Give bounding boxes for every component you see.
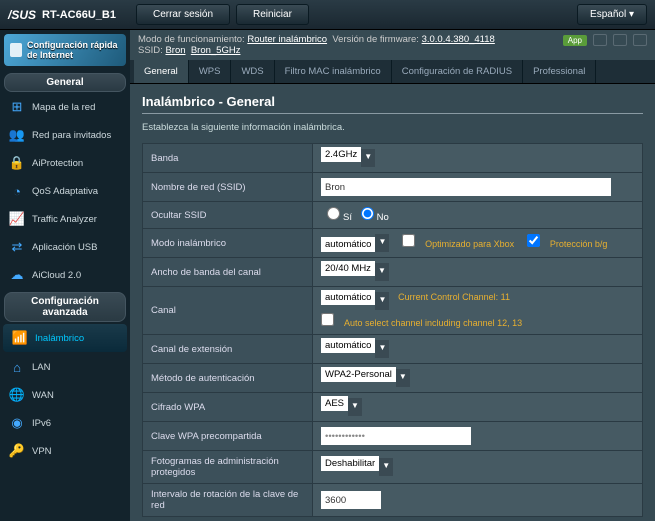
brand-logo: /SUS: [8, 8, 36, 22]
tab-bar: General WPS WDS Filtro MAC inalámbrico C…: [130, 60, 655, 84]
sidebar-item-vpn[interactable]: 🔑VPN: [0, 437, 130, 465]
hide-ssid-yes[interactable]: [327, 207, 340, 220]
quick-setup-icon: [10, 43, 22, 57]
sidebar: Configuración rápida de Internet General…: [0, 30, 130, 521]
sidebar-item-network-map[interactable]: ⊞Mapa de la red: [0, 93, 130, 121]
topbar: /SUS RT-AC66U_B1 Cerrar sesión Reiniciar…: [0, 0, 655, 30]
ipv6-icon: ◉: [8, 415, 26, 431]
wan-icon: 🌐: [8, 387, 26, 403]
sidebar-item-wan[interactable]: 🌐WAN: [0, 381, 130, 409]
tab-macfilter[interactable]: Filtro MAC inalámbrico: [275, 60, 392, 83]
status-icon-1[interactable]: [593, 34, 607, 46]
traffic-icon: 📈: [8, 211, 26, 227]
tab-radius[interactable]: Configuración de RADIUS: [392, 60, 523, 83]
dropdown-icon[interactable]: ▼: [379, 458, 393, 476]
ssid1-link[interactable]: Bron: [165, 45, 185, 56]
vpn-icon: 🔑: [8, 443, 26, 459]
sidebar-item-aicloud[interactable]: ☁AiCloud 2.0: [0, 261, 130, 289]
reboot-button[interactable]: Reiniciar: [236, 4, 309, 25]
sidebar-item-guest[interactable]: 👥Red para invitados: [0, 121, 130, 149]
tab-general[interactable]: General: [134, 60, 189, 83]
model-name: RT-AC66U_B1: [42, 9, 116, 21]
lan-icon: ⌂: [8, 359, 26, 375]
sidebar-item-wireless[interactable]: 📶Inalámbrico: [3, 324, 127, 352]
sidebar-item-aiprotection[interactable]: 🔒AiProtection: [0, 149, 130, 177]
guest-icon: 👥: [8, 127, 26, 143]
main-panel: App Modo de funcionamiento: Router inalá…: [130, 30, 655, 521]
sidebar-item-traffic[interactable]: 📈Traffic Analyzer: [0, 205, 130, 233]
sidebar-item-usb[interactable]: ⇄Aplicación USB: [0, 233, 130, 261]
section-advanced: Configuración avanzada: [4, 292, 126, 322]
ssid2-link[interactable]: Bron_5GHz: [191, 45, 241, 56]
section-general: General: [4, 73, 126, 92]
status-icon-2[interactable]: [613, 34, 627, 46]
network-icon: ⊞: [8, 99, 26, 115]
dropdown-icon[interactable]: ▼: [375, 234, 389, 252]
info-bar: App Modo de funcionamiento: Router inalá…: [130, 30, 655, 60]
rotation-input[interactable]: [321, 491, 381, 509]
cloud-icon: ☁: [8, 267, 26, 283]
tab-professional[interactable]: Professional: [523, 60, 596, 83]
mode-link[interactable]: Router inalámbrico: [247, 34, 327, 45]
channel-hint: Current Control Channel: 11: [398, 292, 510, 302]
pmf-select[interactable]: Deshabilitar: [321, 456, 379, 471]
sidebar-item-qos[interactable]: ◔QoS Adaptativa: [0, 177, 130, 205]
auth-select[interactable]: WPA2-Personal: [321, 367, 396, 382]
tab-wps[interactable]: WPS: [189, 60, 232, 83]
band-select[interactable]: 2.4GHz: [321, 147, 361, 162]
page-subtitle: Establezca la siguiente información inal…: [142, 122, 643, 133]
logout-button[interactable]: Cerrar sesión: [136, 4, 230, 25]
firmware-link[interactable]: 3.0.0.4.380_4118: [422, 34, 495, 45]
app-badge[interactable]: App: [563, 35, 587, 46]
dropdown-icon[interactable]: ▼: [375, 340, 389, 358]
psk-input[interactable]: [321, 427, 471, 445]
tab-wds[interactable]: WDS: [231, 60, 274, 83]
content-area: Inalámbrico - General Establezca la sigu…: [130, 84, 655, 521]
dropdown-icon[interactable]: ▼: [375, 263, 389, 281]
dropdown-icon[interactable]: ▼: [396, 369, 410, 387]
shield-icon: 🔒: [8, 155, 26, 171]
dropdown-icon[interactable]: ▼: [375, 292, 389, 310]
quick-setup-button[interactable]: Configuración rápida de Internet: [4, 34, 126, 66]
quick-setup-label: Configuración rápida de Internet: [27, 40, 120, 60]
xbox-checkbox[interactable]: [402, 234, 415, 247]
mode-select[interactable]: automático: [321, 237, 375, 252]
ext-channel-select[interactable]: automático: [321, 338, 375, 353]
status-icon-3[interactable]: [633, 34, 647, 46]
encryption-select[interactable]: AES: [321, 396, 348, 411]
hide-ssid-no[interactable]: [361, 207, 374, 220]
usb-icon: ⇄: [8, 239, 26, 255]
bg-protection-checkbox[interactable]: [527, 234, 540, 247]
auto-channel-checkbox[interactable]: [321, 313, 334, 326]
sidebar-item-lan[interactable]: ⌂LAN: [0, 353, 130, 381]
dropdown-icon[interactable]: ▼: [348, 398, 362, 416]
channel-select[interactable]: automático: [321, 290, 375, 305]
bandwidth-select[interactable]: 20/40 MHz: [321, 261, 375, 276]
settings-table: Banda2.4GHz▼ Nombre de red (SSID) Oculta…: [142, 143, 643, 517]
dropdown-icon[interactable]: ▼: [361, 149, 375, 167]
sidebar-item-ipv6[interactable]: ◉IPv6: [0, 409, 130, 437]
wifi-icon: 📶: [11, 330, 29, 346]
qos-icon: ◔: [8, 183, 26, 199]
page-title: Inalámbrico - General: [142, 94, 643, 114]
language-select[interactable]: Español ▾: [577, 4, 647, 25]
ssid-input[interactable]: [321, 178, 611, 196]
